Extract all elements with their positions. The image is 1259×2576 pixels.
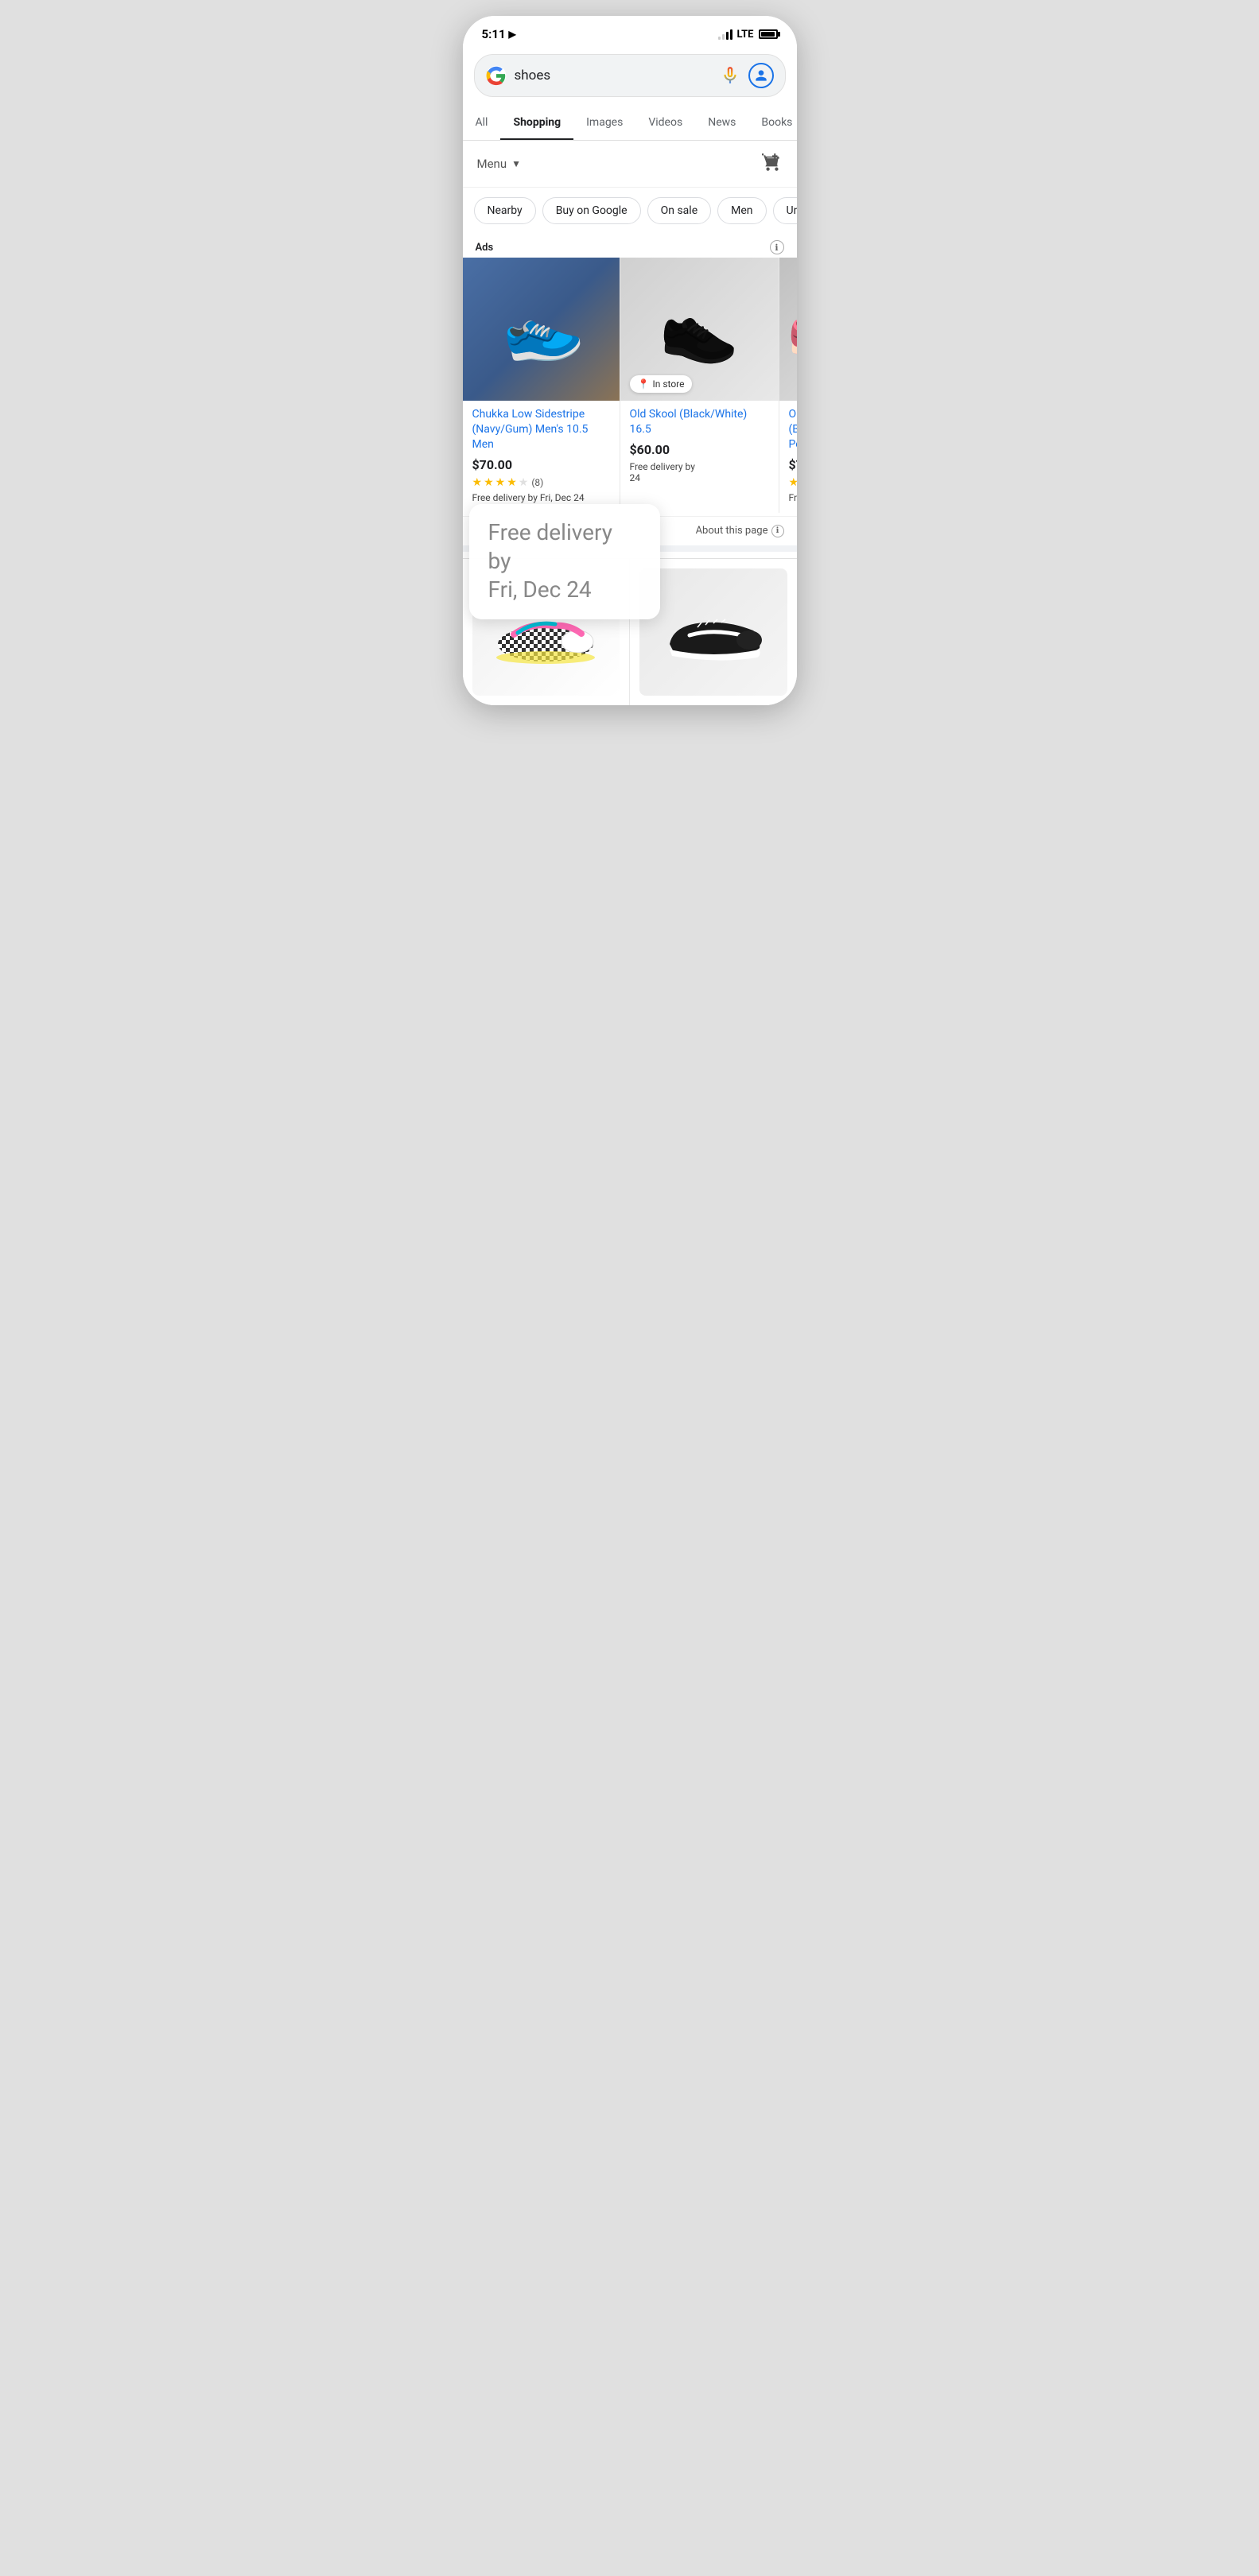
tooltip-text: Free delivery byFri, Dec 24 — [488, 518, 641, 605]
product-price-2: $60.00 — [630, 442, 769, 457]
product-title-2: Old Skool (Black/White) 16.5 — [630, 407, 769, 437]
filter-chips: Nearby Buy on Google On sale Men Unisex — [463, 188, 797, 234]
time-display: 5:11 — [482, 27, 506, 41]
product-info-2: Old Skool (Black/White) 16.5 $60.00 Free… — [620, 401, 779, 483]
about-info-icon[interactable]: ℹ — [771, 525, 784, 537]
tab-books[interactable]: Books — [748, 107, 796, 141]
tab-images[interactable]: Images — [573, 107, 635, 141]
star-3-1: ★ — [789, 476, 797, 489]
chip-unisex[interactable]: Unisex — [773, 197, 797, 224]
search-bar[interactable]: shoes — [474, 54, 786, 97]
product-price-1: $70.00 — [472, 457, 610, 472]
signal-bars-icon — [718, 29, 732, 40]
about-page-label: About this page — [696, 525, 768, 537]
search-input[interactable]: shoes — [515, 68, 712, 83]
ads-header: Ads ℹ — [463, 234, 797, 258]
chevron-down-icon: ▼ — [511, 158, 521, 169]
status-right: LTE — [718, 29, 778, 41]
phone-shell: 5:11 ▶ LTE sh — [463, 16, 797, 705]
product-stars-3: ★ ★ ★ ★ ★ — [789, 476, 797, 489]
tab-videos[interactable]: Videos — [635, 107, 695, 141]
tab-all[interactable]: All — [463, 107, 501, 141]
star-1: ★ — [472, 476, 483, 489]
star-3: ★ — [495, 476, 506, 489]
signal-bar-3 — [726, 32, 729, 40]
product-stars-1: ★ ★ ★ ★ ★ (8) — [472, 476, 610, 489]
status-time: 5:11 ▶ — [482, 27, 516, 41]
product-card-3[interactable]: Old Skool M (Breana Port/Bla $79.95 ★ ★ … — [779, 258, 797, 513]
status-bar: 5:11 ▶ LTE — [463, 16, 797, 48]
product-card-1[interactable]: Chukka Low Sidestripe (Navy/Gum) Men's 1… — [463, 258, 620, 513]
account-icon[interactable] — [748, 63, 774, 88]
pin-icon: 📍 — [638, 378, 650, 390]
black-shoe-svg — [658, 600, 769, 664]
in-store-label: In store — [652, 378, 684, 390]
search-bar-container: shoes — [463, 48, 797, 107]
tooltip-overlay: Free delivery byFri, Dec 24 — [469, 504, 660, 619]
tab-news[interactable]: News — [695, 107, 748, 141]
products-scroll: Chukka Low Sidestripe (Navy/Gum) Men's 1… — [463, 258, 797, 516]
battery-fill — [761, 32, 775, 37]
signal-bar-1 — [718, 37, 721, 40]
signal-bar-2 — [722, 34, 725, 40]
star-2: ★ — [484, 476, 494, 489]
bottom-product-image-2 — [639, 568, 787, 696]
nav-tabs: All Shopping Images Videos News Books — [463, 107, 797, 141]
chip-on-sale[interactable]: On sale — [647, 197, 712, 224]
rating-count-1: (8) — [531, 477, 543, 488]
product-title-1: Chukka Low Sidestripe (Navy/Gum) Men's 1… — [472, 407, 610, 452]
delivery-text-3: Free del — [789, 492, 797, 503]
product-image-1 — [463, 258, 620, 401]
delivery-text-1: Free delivery by Fri, Dec 24 — [472, 492, 610, 503]
location-arrow-icon: ▶ — [509, 29, 516, 40]
in-store-badge: 📍 In store — [630, 375, 693, 393]
signal-bar-4 — [730, 29, 732, 40]
star-5: ★ — [519, 476, 529, 489]
microphone-icon[interactable] — [720, 65, 740, 86]
product-info-3: Old Skool M (Breana Port/Bla $79.95 ★ ★ … — [779, 401, 797, 503]
google-logo-icon — [486, 65, 507, 86]
menu-bar: Menu ▼ — [463, 141, 797, 188]
battery-icon — [759, 29, 778, 39]
star-4: ★ — [507, 476, 517, 489]
menu-button[interactable]: Menu ▼ — [477, 157, 522, 171]
tab-shopping[interactable]: Shopping — [500, 107, 573, 141]
delivery-text-2: Free delivery by 24 — [630, 461, 769, 483]
product-card-2[interactable]: 📍 In store Old Skool (Black/White) 16.5 … — [620, 258, 779, 513]
ads-label: Ads — [476, 242, 494, 254]
lte-label: LTE — [737, 29, 754, 41]
product-price-3: $79.95 — [789, 457, 797, 472]
menu-label: Menu — [477, 157, 507, 171]
about-page-link[interactable]: About this page ℹ — [696, 525, 784, 537]
chip-men[interactable]: Men — [717, 197, 766, 224]
product-title-3: Old Skool M (Breana Port/Bla — [789, 407, 797, 452]
product-info-1: Chukka Low Sidestripe (Navy/Gum) Men's 1… — [463, 401, 620, 503]
ads-info-icon[interactable]: ℹ — [770, 240, 784, 254]
chip-buy-on-google[interactable]: Buy on Google — [542, 197, 641, 224]
cart-icon[interactable] — [762, 152, 783, 176]
chip-nearby[interactable]: Nearby — [474, 197, 536, 224]
product-image-3 — [779, 258, 797, 401]
